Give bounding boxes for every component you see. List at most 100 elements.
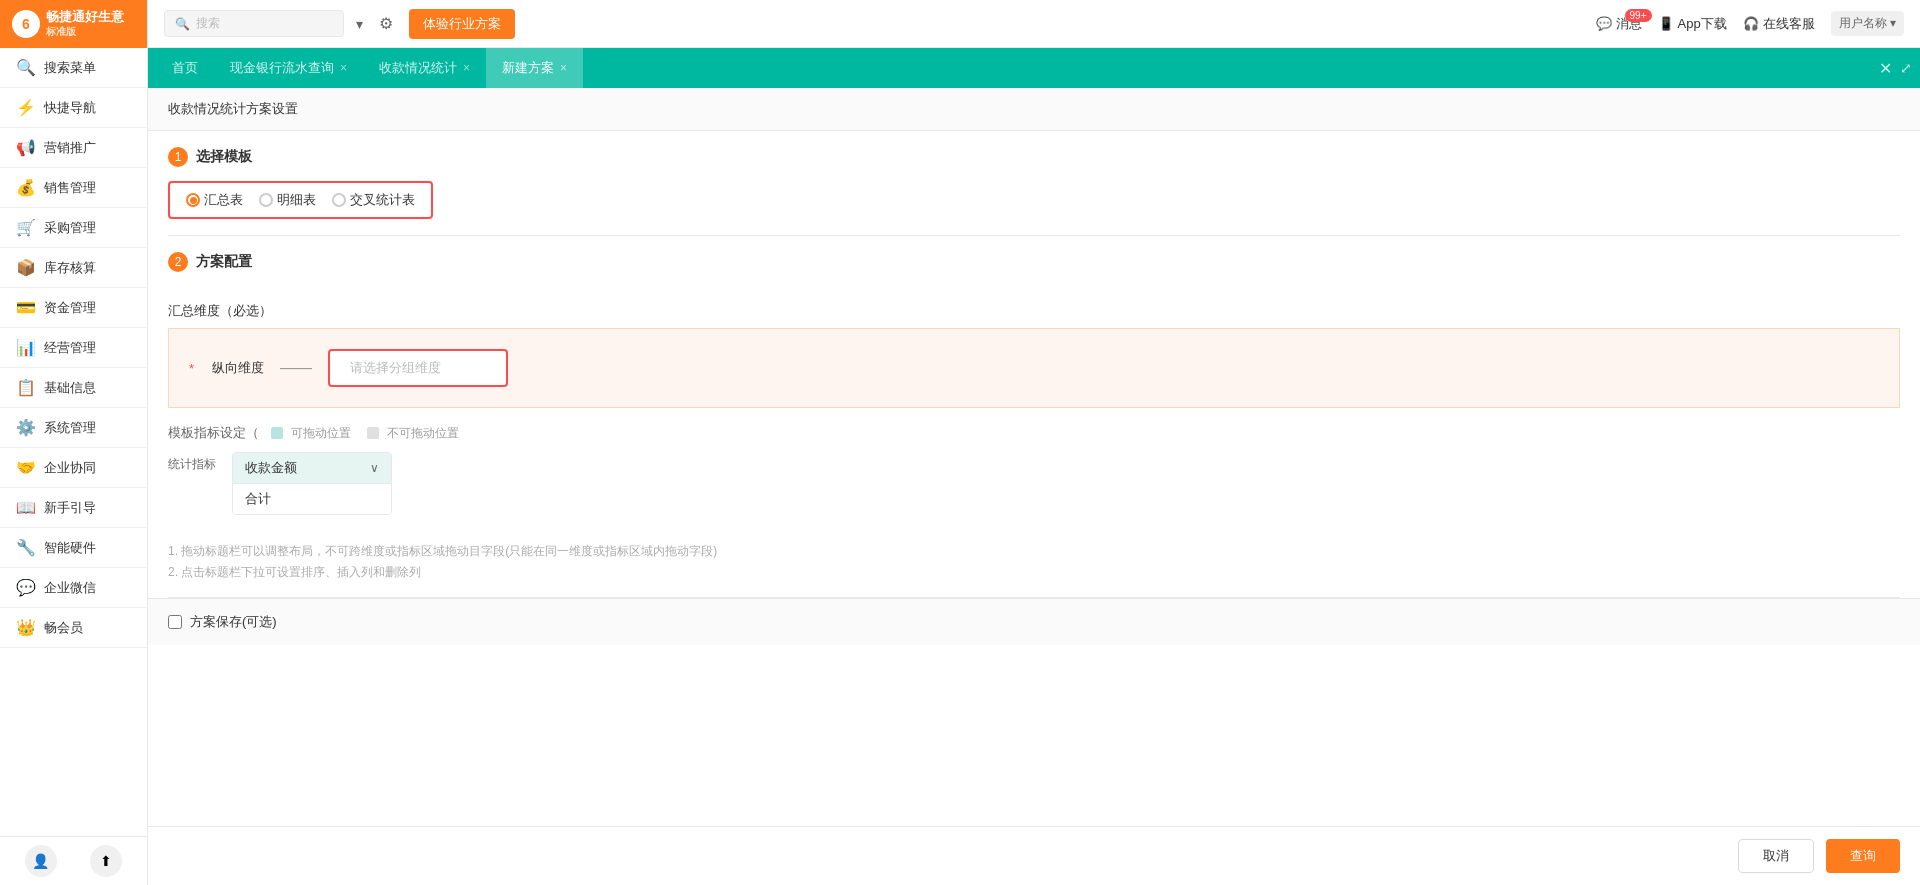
trial-button[interactable]: 体验行业方案 [409, 9, 515, 39]
save-label: 方案保存(可选) [190, 613, 277, 631]
tab-1[interactable]: 现金银行流水查询 × [214, 48, 363, 88]
content-inner: 收款情况统计方案设置 1 选择模板 汇总表 明细表 交叉统计表 [148, 88, 1920, 826]
service-link[interactable]: 🎧 在线客服 [1743, 15, 1815, 33]
radio-circle-0 [186, 193, 200, 207]
message-icon: 💬 [1596, 16, 1612, 31]
tab-close-3[interactable]: × [560, 61, 567, 75]
service-icon: 🎧 [1743, 16, 1759, 31]
metrics-legend: 可拖动位置 不可拖动位置 [271, 425, 459, 442]
metrics-table-area: 统计指标 收款金额 ∨ 合计 [168, 452, 1900, 515]
radio-circle-2 [332, 193, 346, 207]
tab-3[interactable]: 新建方案 × [486, 48, 583, 88]
search-placeholder: 搜索 [196, 15, 220, 32]
template-option-2[interactable]: 交叉统计表 [332, 191, 415, 209]
tab-close-1[interactable]: × [340, 61, 347, 75]
sidebar-icon-13: 💬 [16, 578, 36, 597]
sidebar-label-9: 系统管理 [44, 419, 96, 437]
sidebar-icon-2: 📢 [16, 138, 36, 157]
maximize-icon[interactable]: ⤢ [1900, 60, 1912, 76]
sidebar-label-1: 快捷导航 [44, 99, 96, 117]
arrow-icon: —— [280, 359, 312, 377]
metrics-table-header: 收款金额 ∨ [233, 453, 391, 483]
topbar-dropdown[interactable]: ▾ [356, 16, 363, 32]
sidebar-icon-1: ⚡ [16, 98, 36, 117]
sidebar-icon-11: 📖 [16, 498, 36, 517]
cancel-button[interactable]: 取消 [1738, 839, 1814, 873]
section-template: 1 选择模板 汇总表 明细表 交叉统计表 [148, 131, 1920, 235]
sidebar-item-3[interactable]: 💰 销售管理 [0, 168, 147, 208]
section-config: 2 方案配置 [148, 236, 1920, 302]
metrics-title: 模板指标设定（ 可拖动位置 不可拖动位置 [168, 424, 1900, 442]
sidebar-icon-8: 📋 [16, 378, 36, 397]
sidebar-icon-3: 💰 [16, 178, 36, 197]
dimension-title-area: 汇总维度（必选） [148, 302, 1920, 328]
content-area: 收款情况统计方案设置 1 选择模板 汇总表 明细表 交叉统计表 [148, 88, 1920, 826]
sidebar-item-5[interactable]: 📦 库存核算 [0, 248, 147, 288]
query-button[interactable]: 查询 [1826, 839, 1900, 873]
metrics-chevron-icon[interactable]: ∨ [370, 461, 379, 475]
sidebar-item-0[interactable]: 🔍 搜索菜单 [0, 48, 147, 88]
user-name[interactable]: 用户名称 ▾ [1831, 11, 1904, 36]
tab-label-1: 现金银行流水查询 [230, 59, 334, 77]
gear-icon[interactable]: ⚙ [379, 14, 393, 33]
metrics-table: 收款金额 ∨ 合计 [232, 452, 392, 515]
save-section: 方案保存(可选) [148, 598, 1920, 645]
sidebar-label-0: 搜索菜单 [44, 59, 96, 77]
sidebar-label-2: 营销推广 [44, 139, 96, 157]
message-badge[interactable]: 💬 消息 99+ [1596, 15, 1642, 33]
section1-title: 1 选择模板 [168, 147, 1900, 167]
sidebar-item-1[interactable]: ⚡ 快捷导航 [0, 88, 147, 128]
sidebar-item-2[interactable]: 📢 营销推广 [0, 128, 147, 168]
tip-line-0: 1. 拖动标题栏可以调整布局，不可跨维度或指标区域拖动目字段(只能在同一维度或指… [168, 543, 1900, 560]
tabbar-right: ✕ ⤢ [1879, 59, 1912, 78]
radio-circle-1 [259, 193, 273, 207]
sidebar-label-14: 畅会员 [44, 619, 83, 637]
template-option-0[interactable]: 汇总表 [186, 191, 243, 209]
download-label: App下载 [1678, 15, 1727, 33]
download-link[interactable]: 📱 App下载 [1658, 15, 1727, 33]
sidebar-logo: 6 畅捷通好生意 标准版 [0, 0, 147, 48]
sidebar-item-6[interactable]: 💳 资金管理 [0, 288, 147, 328]
sidebar-label-4: 采购管理 [44, 219, 96, 237]
sidebar-icon-14: 👑 [16, 618, 36, 637]
radio-label-1: 明细表 [277, 191, 316, 209]
topbar-right: 💬 消息 99+ 📱 App下载 🎧 在线客服 用户名称 ▾ [1596, 11, 1904, 36]
sidebar-bottom-btn-1[interactable]: 👤 [25, 845, 57, 877]
sidebar-item-10[interactable]: 🤝 企业协同 [0, 448, 147, 488]
draggable-legend-dot [271, 427, 283, 439]
sidebar-icon-9: ⚙️ [16, 418, 36, 437]
sidebar-icon-0: 🔍 [16, 58, 36, 77]
sidebar-item-4[interactable]: 🛒 采购管理 [0, 208, 147, 248]
radio-label-2: 交叉统计表 [350, 191, 415, 209]
sidebar-label-11: 新手引导 [44, 499, 96, 517]
tab-2[interactable]: 收款情况统计× [363, 48, 486, 88]
app-name: 畅捷通好生意 [46, 9, 124, 25]
tab-label-3: 新建方案 [502, 59, 554, 77]
template-option-1[interactable]: 明细表 [259, 191, 316, 209]
action-bar: 取消 查询 [148, 826, 1920, 885]
sidebar-label-6: 资金管理 [44, 299, 96, 317]
vertical-dimension-input[interactable]: 请选择分组维度 [328, 349, 508, 387]
sidebar-item-7[interactable]: 📊 经营管理 [0, 328, 147, 368]
sidebar-item-11[interactable]: 📖 新手引导 [0, 488, 147, 528]
sidebar-item-8[interactable]: 📋 基础信息 [0, 368, 147, 408]
template-selector: 汇总表 明细表 交叉统计表 [168, 181, 433, 219]
dimension-title: 汇总维度（必选） [168, 303, 272, 318]
sidebar-icon-4: 🛒 [16, 218, 36, 237]
section2-label: 方案配置 [196, 253, 252, 271]
draggable-legend-label: 可拖动位置 [291, 425, 351, 442]
sidebar-item-14[interactable]: 👑 畅会员 [0, 608, 147, 648]
tab-close-2[interactable]: × [463, 61, 470, 75]
sidebar-item-13[interactable]: 💬 企业微信 [0, 568, 147, 608]
topbar-search[interactable]: 🔍 搜索 [164, 10, 344, 37]
save-checkbox[interactable] [168, 615, 182, 629]
sidebar-label-5: 库存核算 [44, 259, 96, 277]
sidebar-bottom-btn-2[interactable]: ⬆ [90, 845, 122, 877]
close-window-icon[interactable]: ✕ [1879, 59, 1892, 78]
sidebar-item-9[interactable]: ⚙️ 系统管理 [0, 408, 147, 448]
sidebar-item-12[interactable]: 🔧 智能硬件 [0, 528, 147, 568]
radio-label-0: 汇总表 [204, 191, 243, 209]
service-label: 在线客服 [1763, 15, 1815, 33]
tab-0[interactable]: 首页 [156, 48, 214, 88]
metrics-section-label: 统计指标 [168, 452, 216, 473]
